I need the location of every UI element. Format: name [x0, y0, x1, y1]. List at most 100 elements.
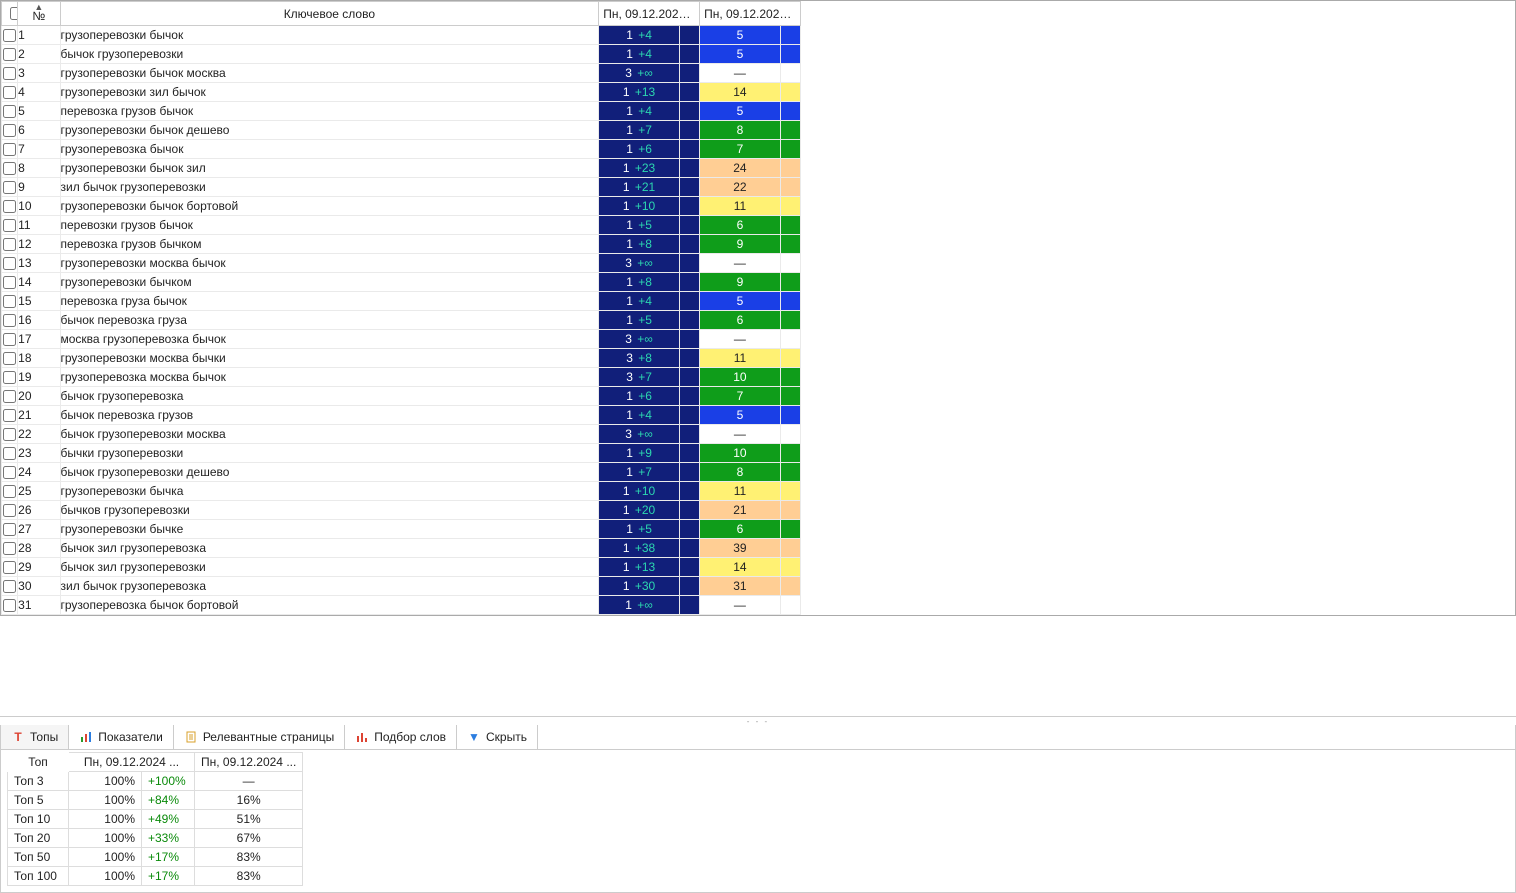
- chart-icon-cell-date2[interactable]: [780, 26, 800, 45]
- row-checkbox[interactable]: [3, 162, 16, 175]
- chart-icon-cell-date1[interactable]: [679, 216, 699, 235]
- chart-icon-cell-date1[interactable]: [679, 368, 699, 387]
- row-checkbox[interactable]: [3, 276, 16, 289]
- row-checkbox-cell[interactable]: [2, 558, 18, 577]
- chart-icon-cell-date1[interactable]: [679, 520, 699, 539]
- row-checkbox-cell[interactable]: [2, 235, 18, 254]
- chart-icon-cell-date2[interactable]: [780, 406, 800, 425]
- chart-icon-cell-date1[interactable]: [679, 26, 699, 45]
- chart-icon-cell-date1[interactable]: [679, 311, 699, 330]
- chart-icon-cell-date1[interactable]: [679, 539, 699, 558]
- row-checkbox-cell[interactable]: [2, 45, 18, 64]
- chart-icon-cell-date1[interactable]: [679, 45, 699, 64]
- chart-icon-cell-date2[interactable]: [780, 140, 800, 159]
- chart-icon-cell-date1[interactable]: [679, 83, 699, 102]
- row-checkbox-cell[interactable]: [2, 330, 18, 349]
- row-checkbox-cell[interactable]: [2, 501, 18, 520]
- row-checkbox-cell[interactable]: [2, 64, 18, 83]
- row-checkbox[interactable]: [3, 48, 16, 61]
- row-checkbox-cell[interactable]: [2, 254, 18, 273]
- row-checkbox-cell[interactable]: [2, 482, 18, 501]
- row-checkbox[interactable]: [3, 390, 16, 403]
- row-checkbox-cell[interactable]: [2, 197, 18, 216]
- chart-icon-cell-date2[interactable]: [780, 273, 800, 292]
- chart-icon-cell-date1[interactable]: [679, 159, 699, 178]
- chart-icon-cell-date2[interactable]: [780, 311, 800, 330]
- table-row[interactable]: 12перевозка грузов бычком1 +89: [2, 235, 801, 254]
- row-checkbox[interactable]: [3, 29, 16, 42]
- row-checkbox-cell[interactable]: [2, 178, 18, 197]
- tab-word-selection[interactable]: Подбор слов: [345, 725, 457, 749]
- column-header-date2[interactable]: Пн, 09.12.2024...: [700, 2, 801, 26]
- chart-icon-cell-date2[interactable]: [780, 64, 800, 83]
- column-header-checkbox[interactable]: [2, 2, 18, 26]
- row-checkbox[interactable]: [3, 219, 16, 232]
- row-checkbox[interactable]: [3, 504, 16, 517]
- chart-icon-cell-date2[interactable]: [780, 444, 800, 463]
- table-row[interactable]: 24бычок грузоперевозки дешево1 +78: [2, 463, 801, 482]
- row-checkbox-cell[interactable]: [2, 349, 18, 368]
- chart-icon-cell-date1[interactable]: [679, 501, 699, 520]
- chart-icon-cell-date2[interactable]: [780, 425, 800, 444]
- row-checkbox[interactable]: [3, 181, 16, 194]
- table-row[interactable]: 7грузоперевозка бычок1 +67: [2, 140, 801, 159]
- table-row[interactable]: 23бычки грузоперевозки1 +910: [2, 444, 801, 463]
- tops-header-date2[interactable]: Пн, 09.12.2024 ...: [195, 753, 303, 772]
- chart-icon-cell-date2[interactable]: [780, 178, 800, 197]
- row-checkbox[interactable]: [3, 67, 16, 80]
- chart-icon-cell-date1[interactable]: [679, 102, 699, 121]
- row-checkbox[interactable]: [3, 238, 16, 251]
- chart-icon-cell-date2[interactable]: [780, 577, 800, 596]
- row-checkbox[interactable]: [3, 447, 16, 460]
- chart-icon-cell-date1[interactable]: [679, 387, 699, 406]
- chart-icon-cell-date2[interactable]: [780, 558, 800, 577]
- row-checkbox[interactable]: [3, 124, 16, 137]
- table-row[interactable]: 30зил бычок грузоперевозка1 +3031: [2, 577, 801, 596]
- chart-icon-cell-date1[interactable]: [679, 197, 699, 216]
- table-row[interactable]: 27грузоперевозки бычке1 +56: [2, 520, 801, 539]
- row-checkbox-cell[interactable]: [2, 121, 18, 140]
- chart-icon-cell-date1[interactable]: [679, 235, 699, 254]
- row-checkbox[interactable]: [3, 143, 16, 156]
- chart-icon-cell-date2[interactable]: [780, 387, 800, 406]
- table-row[interactable]: 19грузоперевозка москва бычок3 +710: [2, 368, 801, 387]
- row-checkbox[interactable]: [3, 333, 16, 346]
- row-checkbox-cell[interactable]: [2, 425, 18, 444]
- chart-icon-cell-date1[interactable]: [679, 178, 699, 197]
- table-row[interactable]: 15перевозка груза бычок1 +45: [2, 292, 801, 311]
- table-row[interactable]: 9зил бычок грузоперевозки1 +2122: [2, 178, 801, 197]
- chart-icon-cell-date2[interactable]: [780, 197, 800, 216]
- tab-hide[interactable]: ▼ Скрыть: [457, 725, 538, 749]
- row-checkbox[interactable]: [3, 580, 16, 593]
- chart-icon-cell-date2[interactable]: [780, 159, 800, 178]
- row-checkbox-cell[interactable]: [2, 140, 18, 159]
- row-checkbox-cell[interactable]: [2, 596, 18, 615]
- column-header-date1[interactable]: Пн, 09.12.2024...: [599, 2, 700, 26]
- row-checkbox[interactable]: [3, 257, 16, 270]
- row-checkbox[interactable]: [3, 542, 16, 555]
- row-checkbox-cell[interactable]: [2, 444, 18, 463]
- row-checkbox-cell[interactable]: [2, 406, 18, 425]
- row-checkbox[interactable]: [3, 523, 16, 536]
- table-row[interactable]: 18грузоперевозки москва бычки3 +811: [2, 349, 801, 368]
- chart-icon-cell-date1[interactable]: [679, 482, 699, 501]
- row-checkbox-cell[interactable]: [2, 368, 18, 387]
- chart-icon-cell-date1[interactable]: [679, 558, 699, 577]
- chart-icon-cell-date2[interactable]: [780, 330, 800, 349]
- row-checkbox-cell[interactable]: [2, 83, 18, 102]
- chart-icon-cell-date1[interactable]: [679, 273, 699, 292]
- chart-icon-cell-date1[interactable]: [679, 330, 699, 349]
- chart-icon-cell-date2[interactable]: [780, 121, 800, 140]
- row-checkbox[interactable]: [3, 599, 16, 612]
- chart-icon-cell-date1[interactable]: [679, 463, 699, 482]
- row-checkbox[interactable]: [3, 200, 16, 213]
- tops-header-date1[interactable]: Пн, 09.12.2024 ...: [69, 753, 195, 772]
- table-row[interactable]: 4грузоперевозки зил бычок1 +1314: [2, 83, 801, 102]
- chart-icon-cell-date1[interactable]: [679, 292, 699, 311]
- select-all-checkbox[interactable]: [10, 7, 18, 20]
- row-checkbox-cell[interactable]: [2, 159, 18, 178]
- chart-icon-cell-date2[interactable]: [780, 368, 800, 387]
- chart-icon-cell-date2[interactable]: [780, 539, 800, 558]
- chart-icon-cell-date1[interactable]: [679, 425, 699, 444]
- row-checkbox-cell[interactable]: [2, 311, 18, 330]
